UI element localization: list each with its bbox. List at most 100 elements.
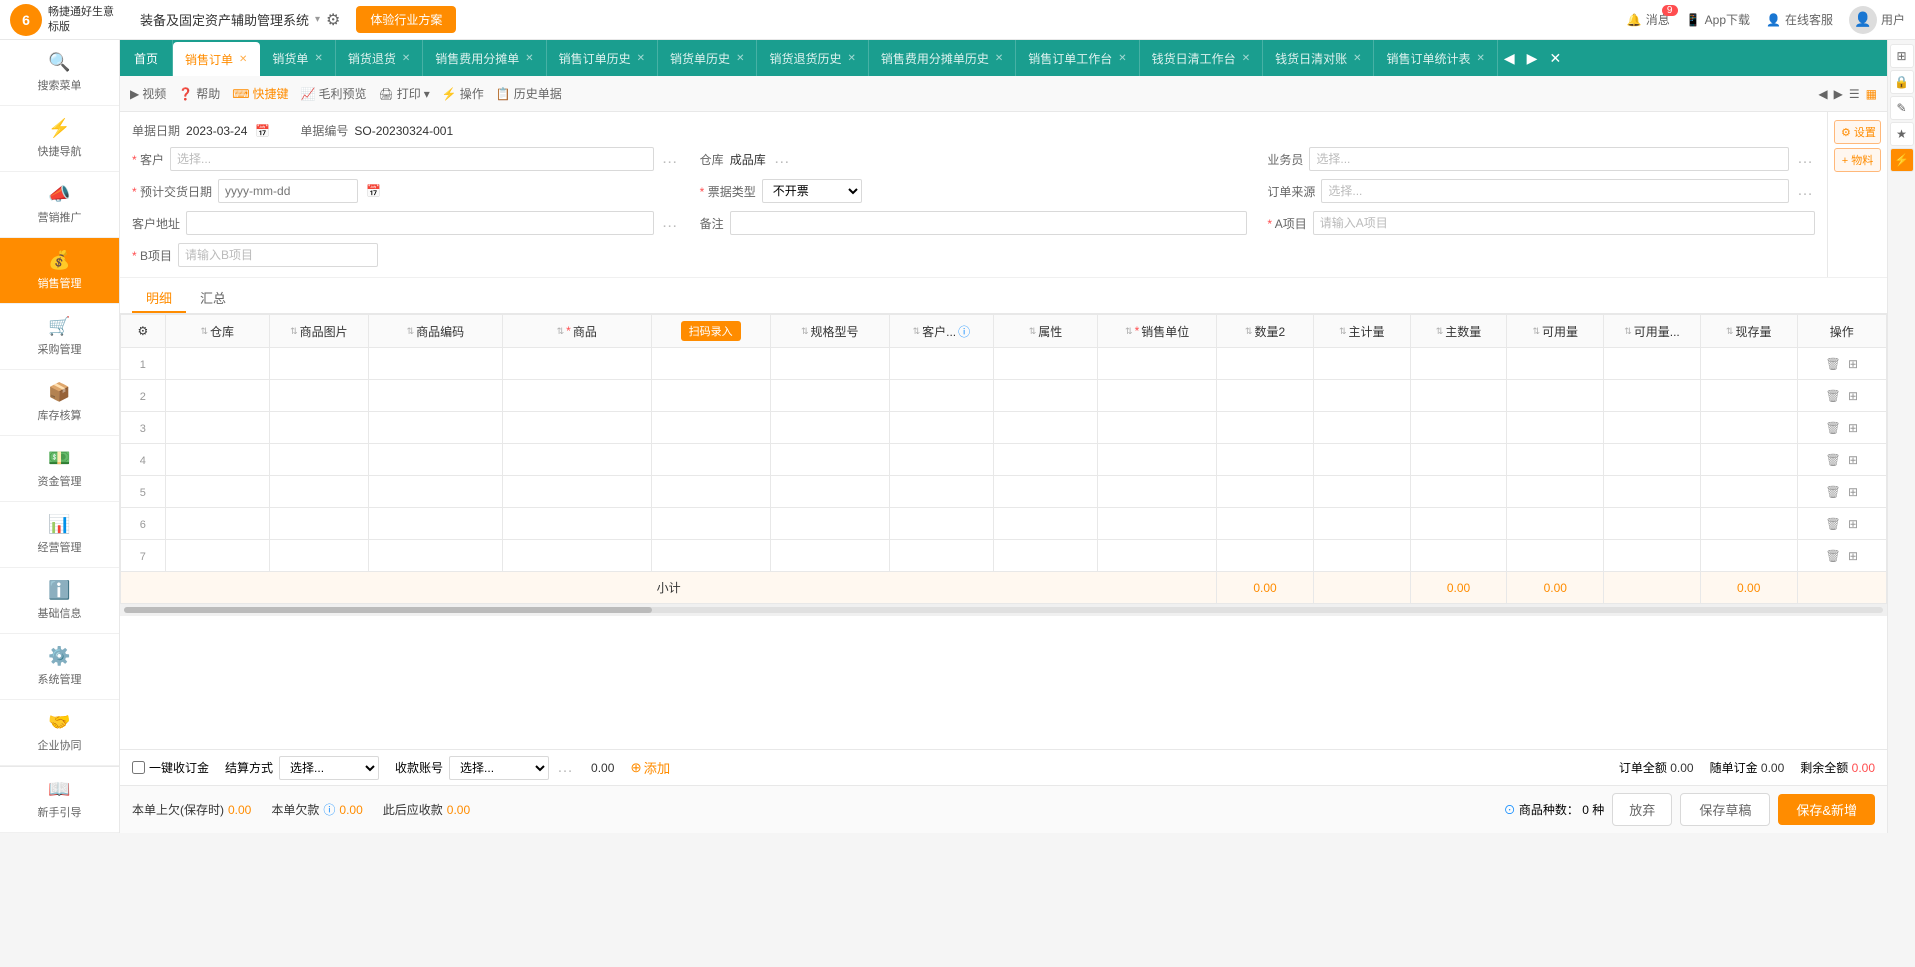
tab-shipment-history[interactable]: 销货单历史 ✕ — [658, 40, 757, 76]
tab-return-history[interactable]: 销货退货历史 ✕ — [757, 40, 868, 76]
right-panel-btn-4[interactable]: ★ — [1890, 122, 1914, 146]
row-delete-3[interactable]: 🗑 — [1825, 421, 1840, 435]
account-more-btn[interactable]: … — [555, 759, 575, 777]
nav-next[interactable]: ▶ — [1834, 87, 1843, 101]
tab-fee-history[interactable]: 销售费用分摊单历史 ✕ — [869, 40, 1016, 76]
tab-order-history[interactable]: 销售订单历史 ✕ — [547, 40, 658, 76]
row-copy-2[interactable]: ⊞ — [1848, 389, 1858, 403]
salesperson-input[interactable] — [1309, 147, 1789, 171]
view-mode-card[interactable]: ▦ — [1866, 87, 1877, 101]
tab-summary[interactable]: 汇总 — [186, 284, 240, 313]
print-arrow[interactable]: ▾ — [424, 87, 430, 101]
discard-btn[interactable]: 放弃 — [1612, 793, 1672, 826]
row-copy-7[interactable]: ⊞ — [1848, 549, 1858, 563]
toolbar-history[interactable]: 📋 历史单据 — [496, 85, 562, 102]
row-copy-5[interactable]: ⊞ — [1848, 485, 1858, 499]
tab-detail[interactable]: 明细 — [132, 284, 186, 313]
tab-close-all-btn[interactable]: ✕ — [1543, 50, 1567, 67]
app-download-item[interactable]: 📱 App下载 — [1686, 11, 1750, 28]
col-settings-icon[interactable]: ⚙ — [137, 324, 148, 338]
row-copy-3[interactable]: ⊞ — [1848, 421, 1858, 435]
one-click-checkbox[interactable] — [132, 761, 145, 774]
warehouse-more-btn[interactable]: … — [772, 150, 792, 168]
close-tab-return[interactable]: ✕ — [402, 53, 410, 64]
tab-sales-order[interactable]: 销售订单 ✕ — [173, 42, 260, 76]
close-tab-fee-history[interactable]: ✕ — [995, 53, 1003, 64]
close-tab-sales-shipment[interactable]: ✕ — [314, 53, 322, 64]
calendar-icon[interactable]: 📅 — [255, 124, 270, 138]
online-service-item[interactable]: 👤 在线客服 — [1766, 11, 1833, 28]
account-select[interactable]: 选择... — [449, 756, 549, 780]
settings-icon[interactable]: ⚙ — [326, 10, 340, 30]
row-delete-4[interactable]: 🗑 — [1825, 453, 1840, 467]
sidebar-item-search[interactable]: 🔍 搜索菜单 — [0, 40, 119, 106]
toolbar-profit[interactable]: 📈 毛利预览 — [301, 85, 367, 102]
user-item[interactable]: 👤 用户 — [1849, 6, 1905, 34]
right-panel-btn-3[interactable]: ✎ — [1890, 96, 1914, 120]
sidebar-item-inventory[interactable]: 📦 库存核算 — [0, 370, 119, 436]
save-new-btn[interactable]: 保存&新增 — [1778, 794, 1875, 825]
sidebar-item-quicknav[interactable]: ⚡ 快捷导航 — [0, 106, 119, 172]
tab-daily-clear-workbench[interactable]: 钱货日清工作台 ✕ — [1140, 40, 1263, 76]
sidebar-item-finance[interactable]: 💵 资金管理 — [0, 436, 119, 502]
one-click-payment-checkbox[interactable]: 一键收订金 — [132, 759, 209, 776]
customer-address-input[interactable] — [186, 211, 654, 235]
salesperson-more-btn[interactable]: … — [1795, 150, 1815, 168]
sidebar-item-purchase[interactable]: 🛒 采购管理 — [0, 304, 119, 370]
close-tab-stats[interactable]: ✕ — [1477, 53, 1485, 64]
payment-method-select[interactable]: 选择... — [279, 756, 379, 780]
row-copy-1[interactable]: ⊞ — [1848, 357, 1858, 371]
tab-order-stats[interactable]: 销售订单统计表 ✕ — [1374, 40, 1497, 76]
row-copy-6[interactable]: ⊞ — [1848, 517, 1858, 531]
debt-info-icon[interactable]: ⓘ — [323, 801, 335, 818]
close-tab-workbench[interactable]: ✕ — [1118, 53, 1126, 64]
sidebar-item-enterprise[interactable]: 🤝 企业协同 — [0, 700, 119, 766]
invoice-type-select[interactable]: 不开票 — [762, 179, 862, 203]
remarks-input[interactable] — [730, 211, 1248, 235]
row-delete-7[interactable]: 🗑 — [1825, 549, 1840, 563]
b-project-input[interactable] — [178, 243, 378, 267]
close-tab-fee[interactable]: ✕ — [525, 53, 533, 64]
right-panel-btn-1[interactable]: ⊞ — [1890, 44, 1914, 68]
close-tab-return-history[interactable]: ✕ — [847, 53, 855, 64]
row-delete-5[interactable]: 🗑 — [1825, 485, 1840, 499]
close-tab-sales-order[interactable]: ✕ — [239, 54, 247, 65]
close-tab-shipment-history[interactable]: ✕ — [736, 53, 744, 64]
toolbar-view[interactable]: ▶ 视频 — [130, 85, 166, 102]
tab-next-btn[interactable]: ▶ — [1521, 50, 1544, 67]
nav-prev[interactable]: ◀ — [1818, 87, 1827, 101]
dropdown-arrow-icon[interactable]: ▾ — [315, 14, 320, 25]
notification-item[interactable]: 🔔 9 消息 — [1627, 11, 1670, 28]
customer-col-info-icon[interactable]: ⓘ — [958, 323, 970, 340]
sidebar-item-operation[interactable]: 📊 经营管理 — [0, 502, 119, 568]
sidebar-item-sales[interactable]: 💰 销售管理 — [0, 238, 119, 304]
toolbar-shortcut[interactable]: ⌨ 快捷键 — [232, 85, 288, 102]
toolbar-operation[interactable]: ⚡ 操作 — [442, 85, 484, 102]
tab-sales-return[interactable]: 销货退货 ✕ — [336, 40, 423, 76]
sidebar-item-system[interactable]: ⚙️ 系统管理 — [0, 634, 119, 700]
col-settings[interactable]: ⚙ — [121, 315, 166, 348]
sidebar-item-newbie[interactable]: 📖 新手引导 — [0, 766, 119, 833]
address-more-btn[interactable]: … — [660, 214, 680, 232]
order-source-input[interactable] — [1321, 179, 1789, 203]
close-tab-order-history[interactable]: ✕ — [637, 53, 645, 64]
add-payment-btn[interactable]: ⊕ 添加 — [630, 758, 670, 777]
row-delete-1[interactable]: 🗑 — [1825, 357, 1840, 371]
close-tab-daily-workbench[interactable]: ✕ — [1242, 53, 1250, 64]
settings-action-btn[interactable]: ⚙ 设置 — [1834, 120, 1881, 144]
sidebar-item-marketing[interactable]: 📣 营销推广 — [0, 172, 119, 238]
delivery-calendar-icon[interactable]: 📅 — [366, 184, 381, 198]
toolbar-print[interactable]: 🖨 打印 ▾ — [379, 85, 430, 102]
industry-btn[interactable]: 体验行业方案 — [356, 6, 456, 33]
tab-prev-btn[interactable]: ◀ — [1498, 50, 1521, 67]
tab-home[interactable]: 首页 — [120, 40, 173, 76]
right-panel-btn-2[interactable]: 🔒 — [1890, 70, 1914, 94]
tab-order-workbench[interactable]: 销售订单工作台 ✕ — [1016, 40, 1139, 76]
a-project-input[interactable] — [1313, 211, 1815, 235]
save-draft-btn[interactable]: 保存草稿 — [1680, 793, 1770, 826]
view-mode-list[interactable]: ☰ — [1849, 87, 1860, 101]
row-delete-2[interactable]: 🗑 — [1825, 389, 1840, 403]
order-source-more-btn[interactable]: … — [1795, 182, 1815, 200]
right-panel-btn-5[interactable]: ⚡ — [1890, 148, 1914, 172]
customer-input[interactable] — [170, 147, 654, 171]
